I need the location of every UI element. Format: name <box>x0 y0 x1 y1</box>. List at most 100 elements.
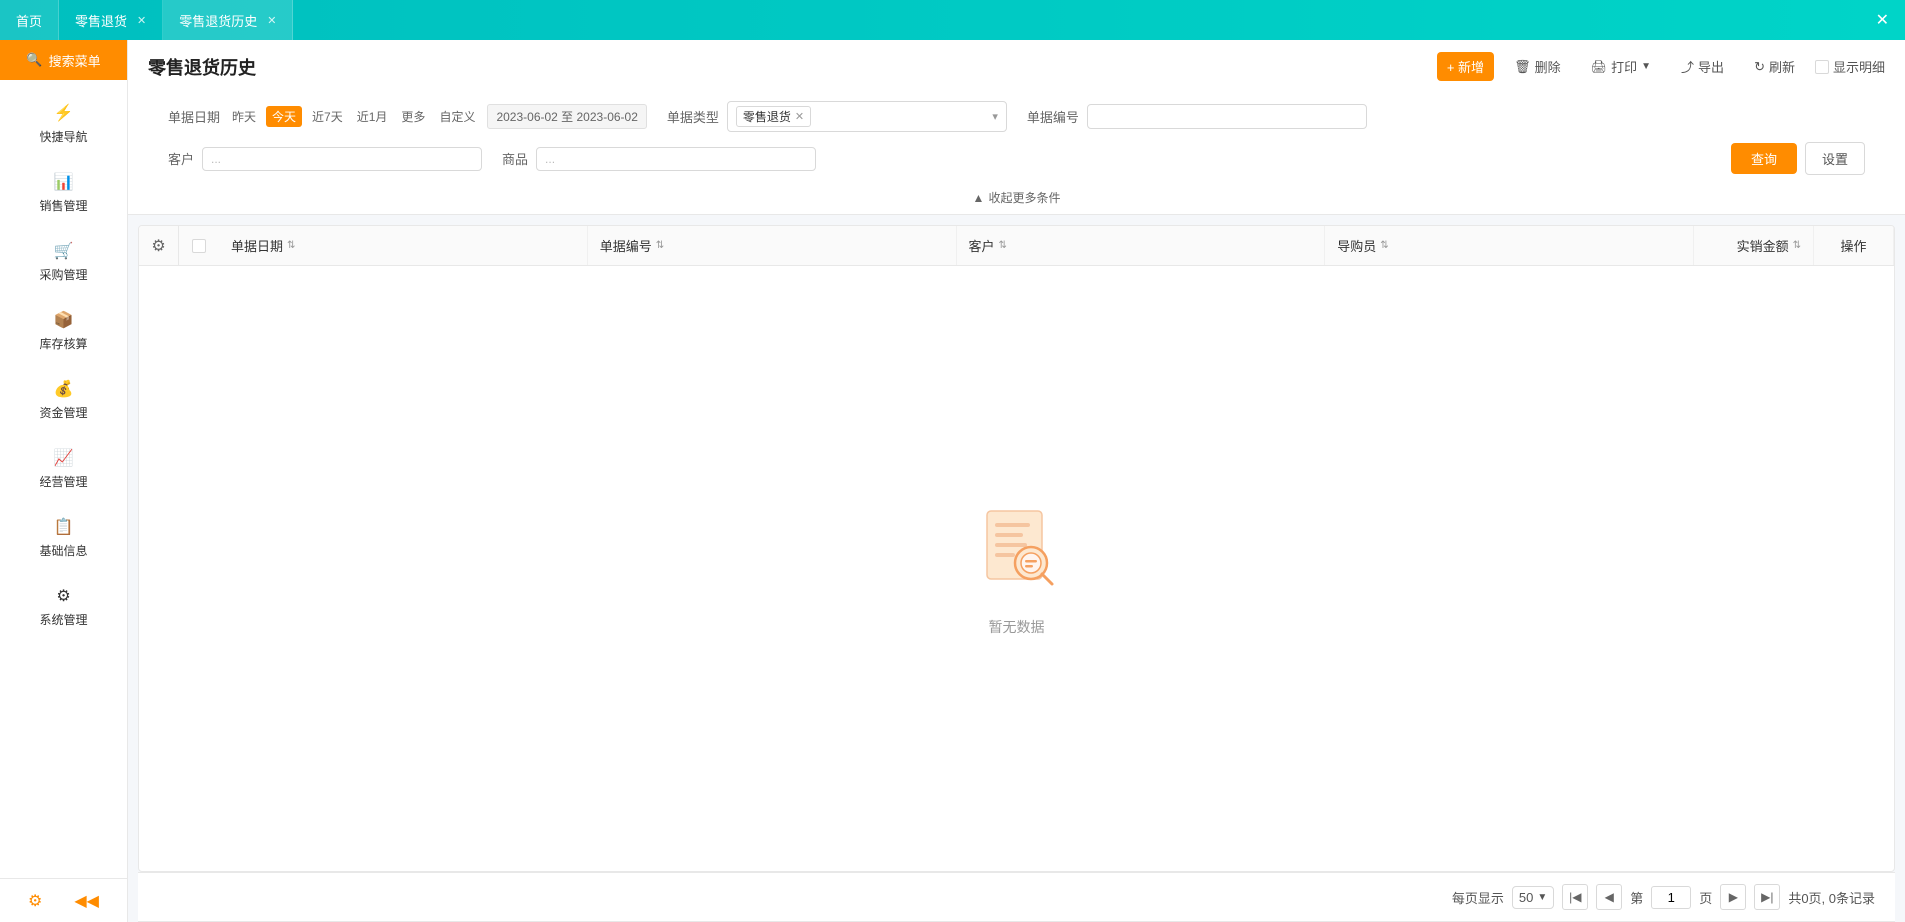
filter-row-1: 单据日期 昨天 今天 近7天 近1月 更多 自定义 2023-06-02 至 2… <box>168 101 1865 132</box>
empty-svg <box>967 501 1067 601</box>
tab-retail-return-close[interactable]: ✕ <box>137 14 146 27</box>
th-action: 操作 <box>1814 226 1894 265</box>
date-filter-label: 单据日期 <box>168 107 220 126</box>
per-page-arrow: ▼ <box>1537 892 1547 903</box>
date-7days[interactable]: 近7天 <box>308 106 347 127</box>
quick-nav-icon: ⚡ <box>53 102 75 124</box>
setup-button[interactable]: 设置 <box>1805 142 1865 175</box>
sidebar-item-sales-mgmt-label: 销售管理 <box>39 197 87 214</box>
sidebar-item-quick-nav[interactable]: ⚡ 快捷导航 <box>6 90 121 157</box>
sidebar: 🔍 搜索菜单 ⚡ 快捷导航 📊 销售管理 🛒 采购管理 📦 库存核算 💰 <box>0 40 128 922</box>
page-input[interactable] <box>1651 886 1691 909</box>
empty-illustration <box>967 501 1067 601</box>
display-toggle-checkbox[interactable] <box>1815 60 1829 74</box>
print-icon: 🖨 <box>1591 59 1608 75</box>
th-amount-sort[interactable]: ⇅ <box>1793 240 1801 251</box>
refresh-button-label: 刷新 <box>1769 57 1795 76</box>
sidebar-item-system-mgmt[interactable]: ⚙ 系统管理 <box>6 573 121 640</box>
sidebar-search[interactable]: 🔍 搜索菜单 <box>0 40 127 80</box>
th-number: 单据编号 ⇅ <box>588 226 957 265</box>
total-label: 共0页, 0条记录 <box>1788 888 1875 907</box>
th-customer-sort[interactable]: ⇅ <box>999 240 1007 251</box>
goods-filter-select[interactable]: ... <box>536 147 816 171</box>
empty-state: 暂无数据 <box>139 266 1894 871</box>
th-date-sort[interactable]: ⇅ <box>287 240 295 251</box>
export-button[interactable]: ⤴ 导出 <box>1671 52 1734 81</box>
customer-filter-placeholder: ... <box>211 152 221 166</box>
page-title-row: 零售退货历史 + 新增 🗑 删除 🖨 打印 ▼ ⤴ <box>148 52 1885 81</box>
operations-icon: 📈 <box>53 447 75 469</box>
page-label: 第 <box>1630 888 1643 907</box>
refresh-icon: ↻ <box>1754 59 1765 75</box>
delete-button[interactable]: 🗑 删除 <box>1504 52 1571 81</box>
date-more[interactable]: 更多 <box>397 106 429 127</box>
query-button[interactable]: 查询 <box>1731 143 1797 174</box>
display-toggle[interactable]: 显示明细 <box>1815 57 1885 76</box>
action-buttons: 查询 设置 <box>1731 142 1865 175</box>
collapse-bar[interactable]: ▲ 收起更多条件 <box>168 185 1865 214</box>
finance-icon: 💰 <box>53 378 75 400</box>
export-button-label: 导出 <box>1698 57 1724 76</box>
tab-retail-return[interactable]: 零售退货 ✕ <box>59 0 163 40</box>
tab-retail-return-history-close[interactable]: ✕ <box>267 14 276 27</box>
next-page-button[interactable]: ▶ <box>1720 884 1746 910</box>
th-date-label: 单据日期 <box>231 236 283 255</box>
main-layout: 🔍 搜索菜单 ⚡ 快捷导航 📊 销售管理 🛒 采购管理 📦 库存核算 💰 <box>0 40 1905 922</box>
new-button[interactable]: + 新增 <box>1437 52 1494 81</box>
date-range-display[interactable]: 2023-06-02 至 2023-06-02 <box>487 104 646 129</box>
type-select-arrow: ▾ <box>992 110 998 123</box>
system-mgmt-icon: ⚙ <box>53 585 75 607</box>
sidebar-nav: ⚡ 快捷导航 📊 销售管理 🛒 采购管理 📦 库存核算 💰 资金管理 📈 <box>0 80 127 878</box>
sidebar-item-base-info[interactable]: 📋 基础信息 <box>6 504 121 571</box>
date-today[interactable]: 今天 <box>266 106 302 127</box>
table-header: ⚙ 单据日期 ⇅ 单据编号 ⇅ 客户 ⇅ 导购员 ⇅ <box>139 226 1894 266</box>
date-yesterday[interactable]: 昨天 <box>228 106 260 127</box>
page-title: 零售退货历史 <box>148 54 256 80</box>
sidebar-item-finance-label: 资金管理 <box>39 404 87 421</box>
print-button[interactable]: 🖨 打印 ▼ <box>1581 52 1661 81</box>
tab-home[interactable]: 首页 <box>0 0 59 40</box>
first-page-button[interactable]: |◀ <box>1562 884 1588 910</box>
type-filter-select[interactable]: 零售退货 ✕ ▾ <box>727 101 1007 132</box>
date-custom[interactable]: 自定义 <box>435 106 479 127</box>
type-filter-tag: 零售退货 ✕ <box>736 106 811 127</box>
select-all-checkbox[interactable] <box>192 239 206 253</box>
settings-bottom-icon[interactable]: ⚙ <box>28 891 42 911</box>
filter-area: 单据日期 昨天 今天 近7天 近1月 更多 自定义 2023-06-02 至 2… <box>148 91 1885 214</box>
sidebar-item-inventory-label: 库存核算 <box>39 335 87 352</box>
top-bar: 首页 零售退货 ✕ 零售退货历史 ✕ ✕ <box>0 0 1905 40</box>
print-dropdown-icon: ▼ <box>1641 61 1651 72</box>
th-number-sort[interactable]: ⇅ <box>656 240 664 251</box>
sidebar-item-purchase-mgmt[interactable]: 🛒 采购管理 <box>6 228 121 295</box>
sidebar-item-base-info-label: 基础信息 <box>39 542 87 559</box>
new-button-label: + 新增 <box>1447 57 1484 76</box>
sidebar-item-finance[interactable]: 💰 资金管理 <box>6 366 121 433</box>
tab-home-label: 首页 <box>16 11 42 30</box>
goods-filter-label: 商品 <box>502 149 528 168</box>
sidebar-item-inventory[interactable]: 📦 库存核算 <box>6 297 121 364</box>
th-customer: 客户 ⇅ <box>957 226 1326 265</box>
refresh-button[interactable]: ↻ 刷新 <box>1744 52 1805 81</box>
table-settings-icon[interactable]: ⚙ <box>139 226 179 265</box>
customer-filter-select[interactable]: ... <box>202 147 482 171</box>
sidebar-item-sales-mgmt[interactable]: 📊 销售管理 <box>6 159 121 226</box>
th-guide-sort[interactable]: ⇅ <box>1380 240 1388 251</box>
pagination-bar: 每页显示 50 ▼ |◀ ◀ 第 页 ▶ ▶| 共0页, 0条记录 <box>138 872 1895 922</box>
last-page-button[interactable]: ▶| <box>1754 884 1780 910</box>
sidebar-item-operations[interactable]: 📈 经营管理 <box>6 435 121 502</box>
date-filter-item: 单据日期 昨天 今天 近7天 近1月 更多 自定义 2023-06-02 至 2… <box>168 104 647 129</box>
date-1month[interactable]: 近1月 <box>353 106 392 127</box>
base-info-icon: 📋 <box>53 516 75 538</box>
per-page-select[interactable]: 50 ▼ <box>1512 886 1554 909</box>
prev-page-button[interactable]: ◀ <box>1596 884 1622 910</box>
number-filter-input[interactable] <box>1087 104 1367 129</box>
th-amount-label: 实销金额 <box>1737 236 1789 255</box>
tab-retail-return-history[interactable]: 零售退货历史 ✕ <box>163 0 293 40</box>
speaker-bottom-icon[interactable]: ◀◀ <box>74 891 99 911</box>
window-close-button[interactable]: ✕ <box>1876 10 1889 30</box>
table-select-all[interactable] <box>179 226 219 265</box>
type-filter-tag-close[interactable]: ✕ <box>795 110 804 123</box>
page-unit: 页 <box>1699 888 1712 907</box>
toolbar: + 新增 🗑 删除 🖨 打印 ▼ ⤴ 导出 <box>1437 52 1885 81</box>
th-guide-label: 导购员 <box>1337 236 1376 255</box>
